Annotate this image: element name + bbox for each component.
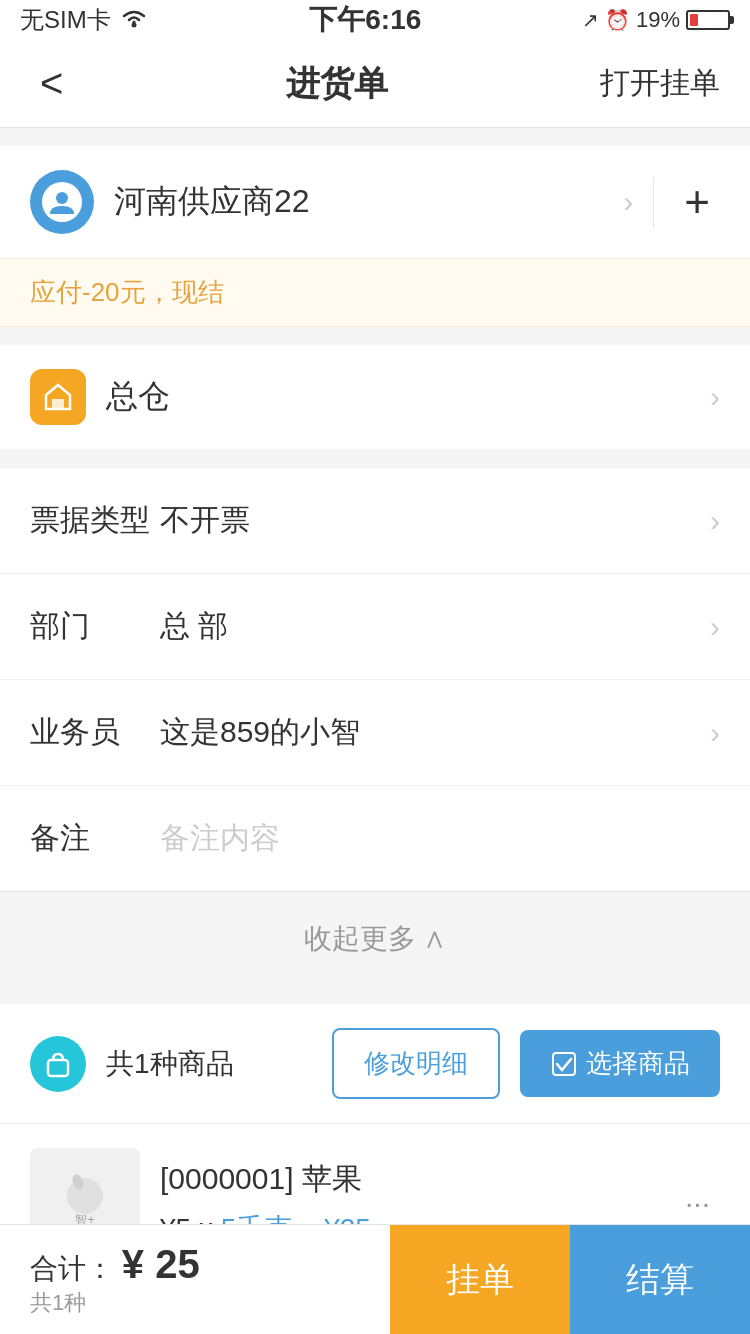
salesman-value: 这是859的小智 xyxy=(160,712,700,753)
bottom-bar: 合计： ¥ 25 共1种 挂单 结算 xyxy=(0,1224,750,1334)
svg-point-0 xyxy=(131,23,136,28)
product-code: [0000001] xyxy=(160,1162,302,1195)
settle-button[interactable]: 结算 xyxy=(570,1225,750,1334)
supplier-row[interactable]: 河南供应商22 › + xyxy=(0,146,750,258)
warehouse-name: 总仓 xyxy=(106,375,700,419)
status-left: 无SIM卡 xyxy=(20,4,149,36)
total-count: 共1种 xyxy=(30,1288,360,1318)
total-row: 合计： ¥ 25 xyxy=(30,1242,360,1288)
form-section: 票据类型 不开票 › 部门 总 部 › 业务员 这是859的小智 › 备注 备注… xyxy=(0,467,750,891)
svg-point-1 xyxy=(56,192,68,204)
department-chevron-icon: › xyxy=(710,610,720,644)
gap-4 xyxy=(0,986,750,1004)
department-label: 部门 xyxy=(30,606,160,647)
gap-1 xyxy=(0,128,750,146)
warehouse-chevron-icon: › xyxy=(710,380,720,414)
total-section: 合计： ¥ 25 共1种 xyxy=(0,1242,390,1318)
remark-placeholder: 备注内容 xyxy=(160,818,720,859)
department-row[interactable]: 部门 总 部 › xyxy=(0,573,750,679)
svg-rect-2 xyxy=(52,399,64,409)
hang-button[interactable]: 挂单 xyxy=(390,1225,570,1334)
supplier-section: 河南供应商22 › + 应付-20元，现结 xyxy=(0,146,750,327)
status-bar: 无SIM卡 下午6:16 ↗ ⏰ 19% xyxy=(0,0,750,40)
total-label: 合计： xyxy=(30,1253,114,1284)
invoice-type-chevron-icon: › xyxy=(710,504,720,538)
product-title: 苹果 xyxy=(302,1162,362,1195)
product-name: [0000001] 苹果 xyxy=(160,1159,655,1200)
svg-rect-3 xyxy=(48,1060,68,1076)
salesman-row[interactable]: 业务员 这是859的小智 › xyxy=(0,679,750,785)
remark-row[interactable]: 备注 备注内容 xyxy=(0,785,750,891)
wifi-icon xyxy=(119,6,149,34)
supplier-notice: 应付-20元，现结 xyxy=(0,258,750,327)
alarm-icon: ⏰ xyxy=(605,8,630,32)
collapse-button[interactable]: 收起更多 ∧ xyxy=(0,891,750,986)
open-pending-button[interactable]: 打开挂单 xyxy=(600,63,720,104)
select-product-button[interactable]: 选择商品 xyxy=(520,1030,720,1097)
remark-label: 备注 xyxy=(30,818,160,859)
invoice-type-row[interactable]: 票据类型 不开票 › xyxy=(0,467,750,573)
status-right: ↗ ⏰ 19% xyxy=(582,7,730,33)
battery-percent: 19% xyxy=(636,7,680,33)
battery-icon xyxy=(686,10,730,30)
salesman-chevron-icon: › xyxy=(710,716,720,750)
svg-point-5 xyxy=(67,1178,103,1214)
select-product-label: 选择商品 xyxy=(586,1046,690,1081)
supplier-name: 河南供应商22 xyxy=(114,180,613,224)
product-count: 共1种商品 xyxy=(106,1045,312,1083)
warehouse-icon xyxy=(30,369,86,425)
carrier-text: 无SIM卡 xyxy=(20,4,111,36)
product-header: 共1种商品 修改明细 选择商品 xyxy=(0,1004,750,1123)
total-amount: ¥ 25 xyxy=(122,1242,200,1286)
invoice-type-label: 票据类型 xyxy=(30,500,160,541)
gap-2 xyxy=(0,327,750,345)
supplier-chevron-icon: › xyxy=(623,185,633,219)
warehouse-section: 总仓 › xyxy=(0,345,750,449)
supplier-avatar-inner xyxy=(42,182,82,222)
edit-detail-button[interactable]: 修改明细 xyxy=(332,1028,500,1099)
location-icon: ↗ xyxy=(582,8,599,32)
gap-3 xyxy=(0,449,750,467)
salesman-label: 业务员 xyxy=(30,712,160,753)
product-bag-icon xyxy=(30,1036,86,1092)
add-supplier-button[interactable]: + xyxy=(674,172,720,232)
department-value: 总 部 xyxy=(160,606,700,647)
product-more-button[interactable]: ··· xyxy=(675,1176,720,1230)
invoice-type-value: 不开票 xyxy=(160,500,700,541)
status-time: 下午6:16 xyxy=(309,1,421,39)
divider xyxy=(653,177,654,227)
page-title: 进货单 xyxy=(286,61,388,107)
nav-bar: < 进货单 打开挂单 xyxy=(0,40,750,128)
warehouse-row[interactable]: 总仓 › xyxy=(0,345,750,449)
supplier-avatar xyxy=(30,170,94,234)
back-button[interactable]: < xyxy=(30,51,73,116)
